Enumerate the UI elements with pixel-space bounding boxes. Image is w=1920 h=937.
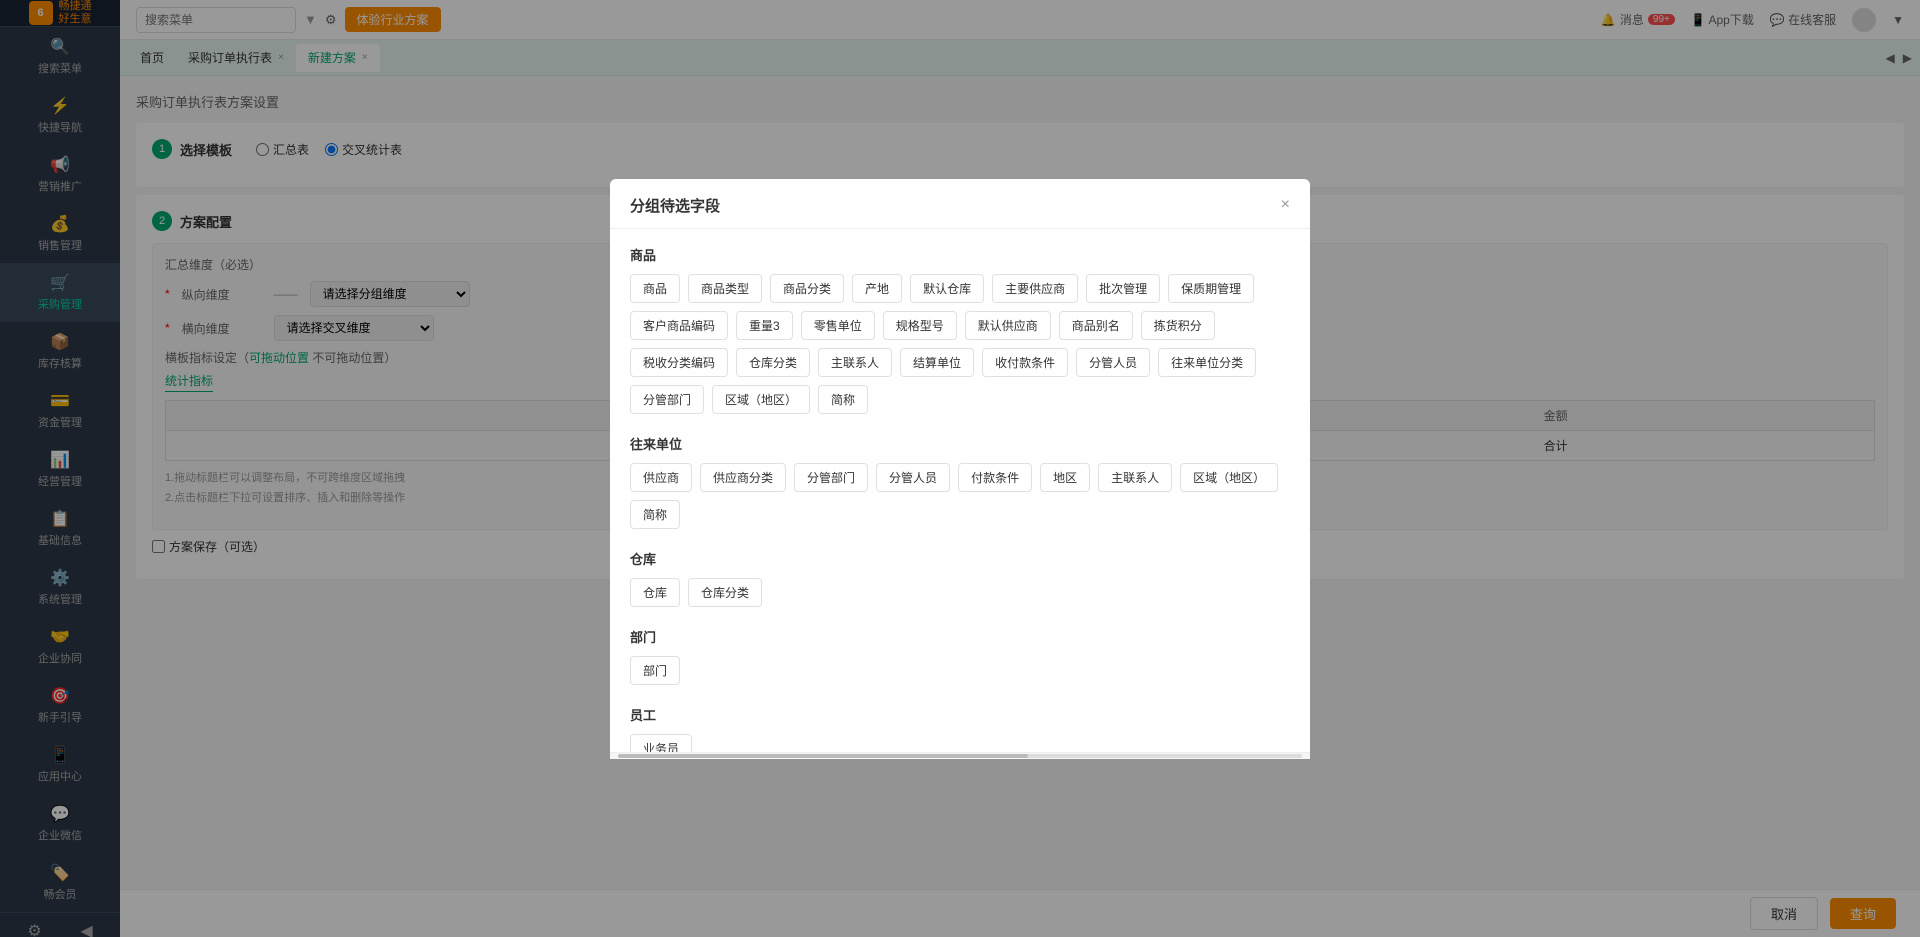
field-tag[interactable]: 简称	[630, 500, 680, 529]
fields-grid: 部门	[630, 656, 1290, 685]
field-tag[interactable]: 供应商	[630, 463, 692, 492]
field-tag[interactable]: 零售单位	[801, 311, 875, 340]
modal-close-button[interactable]: ×	[1281, 196, 1290, 214]
field-tag[interactable]: 商品分类	[770, 274, 844, 303]
field-tag[interactable]: 往来单位分类	[1158, 348, 1256, 377]
field-tag[interactable]: 默认仓库	[910, 274, 984, 303]
field-tag[interactable]: 商品类型	[688, 274, 762, 303]
field-tag[interactable]: 供应商分类	[700, 463, 786, 492]
field-tag[interactable]: 客户商品编码	[630, 311, 728, 340]
fields-grid: 仓库仓库分类	[630, 578, 1290, 607]
fields-grid: 业务员	[630, 734, 1290, 752]
category-title: 员工	[630, 705, 1290, 724]
field-tag[interactable]: 重量3	[736, 311, 793, 340]
field-tag[interactable]: 简称	[818, 385, 868, 414]
field-tag[interactable]: 收付款条件	[982, 348, 1068, 377]
field-tag[interactable]: 税收分类编码	[630, 348, 728, 377]
field-tag[interactable]: 默认供应商	[965, 311, 1051, 340]
field-tag[interactable]: 拣货积分	[1141, 311, 1215, 340]
field-tag[interactable]: 业务员	[630, 734, 692, 752]
scrollbar-thumb	[618, 754, 1028, 758]
modal-body[interactable]: 商品商品商品类型商品分类产地默认仓库主要供应商批次管理保质期管理客户商品编码重量…	[610, 229, 1310, 752]
fields-grid: 供应商供应商分类分管部门分管人员付款条件地区主联系人区域（地区） 简称	[630, 463, 1290, 529]
modal-header: 分组待选字段 ×	[610, 179, 1310, 229]
modal-footer-scrollbar[interactable]	[610, 752, 1310, 759]
category-title: 往来单位	[630, 434, 1290, 453]
field-tag[interactable]: 产地	[852, 274, 902, 303]
field-tag[interactable]: 部门	[630, 656, 680, 685]
field-tag[interactable]: 主联系人	[1098, 463, 1172, 492]
field-tag[interactable]: 批次管理	[1086, 274, 1160, 303]
field-tag[interactable]: 规格型号	[883, 311, 957, 340]
horizontal-scrollbar[interactable]	[618, 754, 1302, 758]
field-tag[interactable]: 结算单位	[900, 348, 974, 377]
field-category-product: 商品商品商品类型商品分类产地默认仓库主要供应商批次管理保质期管理客户商品编码重量…	[630, 245, 1290, 414]
field-tag[interactable]: 主联系人	[818, 348, 892, 377]
field-tag[interactable]: 区域（地区）	[1180, 463, 1278, 492]
category-title: 商品	[630, 245, 1290, 264]
field-tag[interactable]: 仓库分类	[736, 348, 810, 377]
field-tag[interactable]: 仓库	[630, 578, 680, 607]
field-select-modal: 分组待选字段 × 商品商品商品类型商品分类产地默认仓库主要供应商批次管理保质期管…	[610, 179, 1310, 759]
field-category-partner: 往来单位供应商供应商分类分管部门分管人员付款条件地区主联系人区域（地区） 简称	[630, 434, 1290, 529]
field-tag[interactable]: 商品	[630, 274, 680, 303]
field-category-employee: 员工业务员	[630, 705, 1290, 752]
field-tag[interactable]: 主要供应商	[992, 274, 1078, 303]
field-tag[interactable]: 保质期管理	[1168, 274, 1254, 303]
field-tag[interactable]: 付款条件	[958, 463, 1032, 492]
field-tag[interactable]: 地区	[1040, 463, 1090, 492]
field-category-warehouse: 仓库仓库仓库分类	[630, 549, 1290, 607]
modal-title: 分组待选字段	[630, 195, 720, 216]
category-title: 仓库	[630, 549, 1290, 568]
field-tag[interactable]: 分管部门	[794, 463, 868, 492]
field-tag[interactable]: 分管人员	[876, 463, 950, 492]
fields-grid: 商品商品类型商品分类产地默认仓库主要供应商批次管理保质期管理客户商品编码重量3 零…	[630, 274, 1290, 414]
field-tag[interactable]: 仓库分类	[688, 578, 762, 607]
field-tag[interactable]: 商品别名	[1059, 311, 1133, 340]
field-tag[interactable]: 区域（地区）	[712, 385, 810, 414]
category-title: 部门	[630, 627, 1290, 646]
field-category-department: 部门部门	[630, 627, 1290, 685]
field-tag[interactable]: 分管人员	[1076, 348, 1150, 377]
field-tag[interactable]: 分管部门	[630, 385, 704, 414]
modal-overlay: 分组待选字段 × 商品商品商品类型商品分类产地默认仓库主要供应商批次管理保质期管…	[0, 0, 1920, 937]
